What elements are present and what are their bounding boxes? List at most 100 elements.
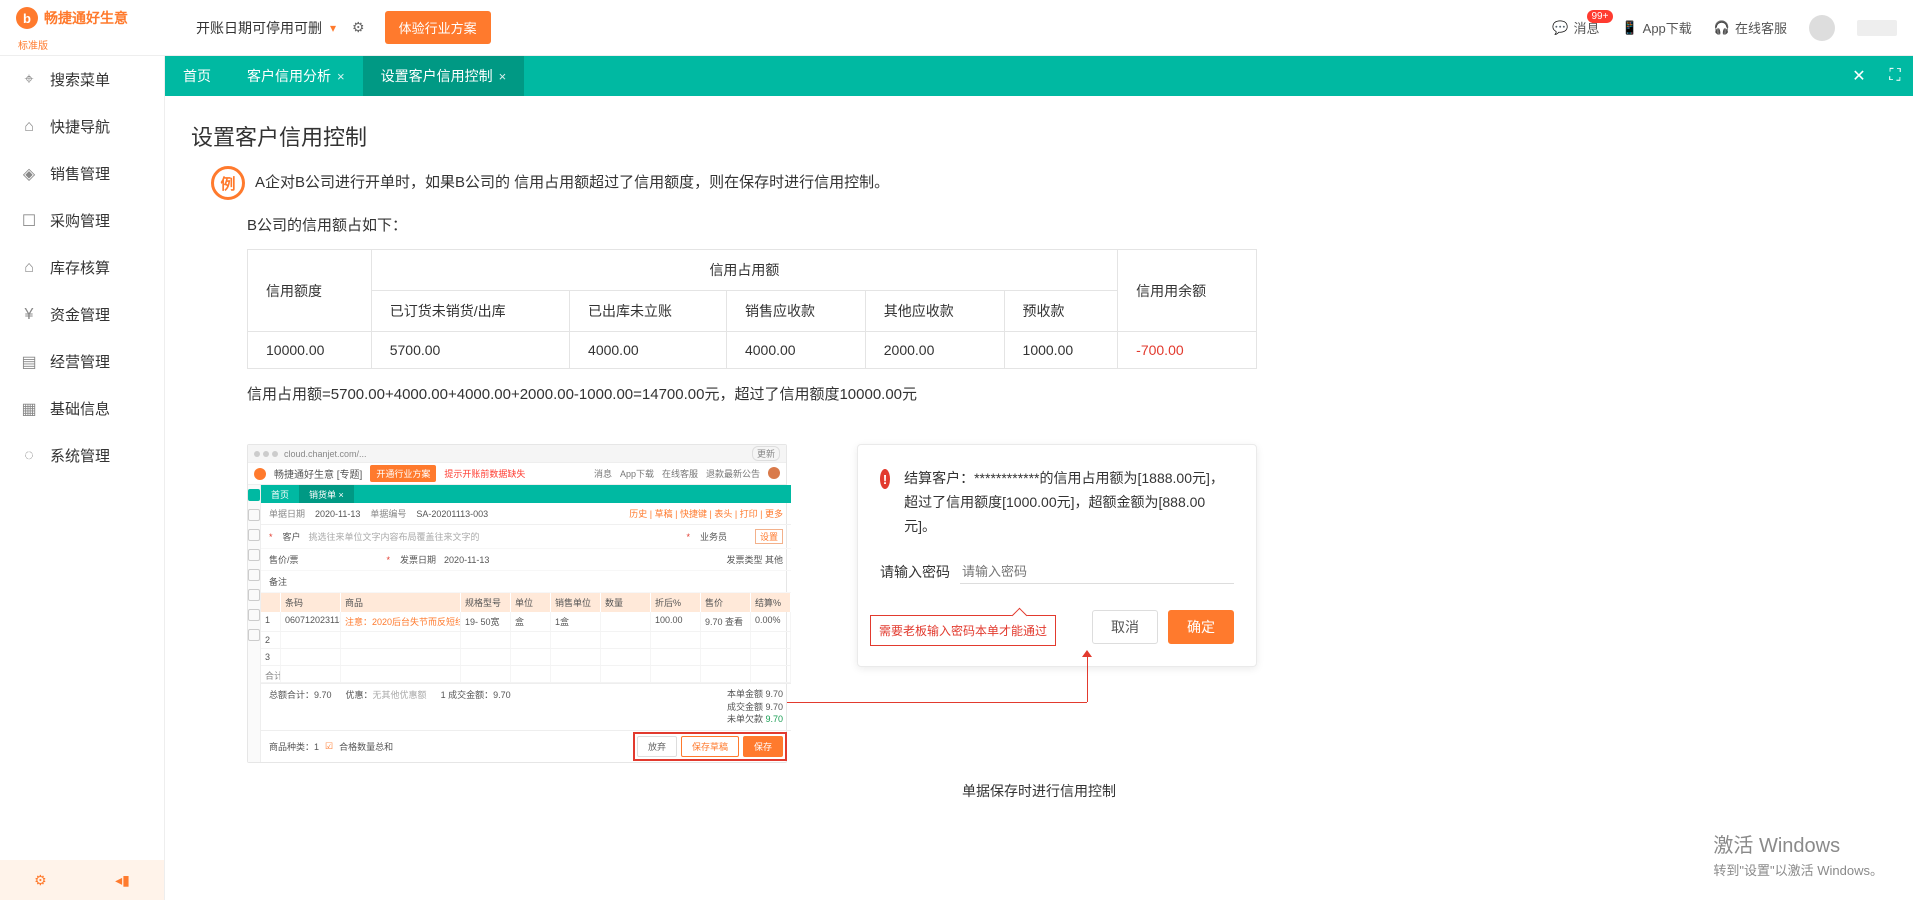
mini-link: App下载 [620,467,654,480]
online-service-button[interactable]: 🎧 在线客服 [1714,18,1787,37]
password-label: 请输入密码 [880,562,950,582]
sidebar-item-label: 基础信息 [50,398,110,419]
mini-th: 条码 [281,593,341,612]
th-g2: 已出库未立账 [570,291,727,332]
sidebar-item-label: 资金管理 [50,304,110,325]
cancel-button[interactable]: 取消 [1092,610,1158,644]
app-download-button[interactable]: 📱 App下载 [1621,18,1691,37]
mini-sum-item: 未单欠款 [727,714,763,724]
sidebar: ⌖搜索菜单 ⌂快捷导航 ◈销售管理 ☐采购管理 ⌂库存核算 ¥ 资金管理 ▤经营管… [0,56,165,900]
arrowhead-icon [1082,650,1092,657]
close-icon[interactable]: × [337,69,345,84]
money-icon: ¥ [20,306,38,324]
mini-val: SA-20201113-003 [416,509,488,519]
topbar-right: 💬 消息 99+ 📱 App下载 🎧 在线客服 [1552,15,1897,41]
avatar[interactable] [1809,15,1835,41]
sidebar-item-funds[interactable]: ¥ 资金管理 [0,291,164,338]
mini-placeholder: 挑选往来单位文字内容布局覆盖往来文字的 [309,530,480,543]
mini-primary-btn: 开通行业方案 [370,465,436,482]
example-subline: B公司的信用额占如下： [247,214,1879,235]
mini-sum-val: 9.70 [765,702,783,712]
sidebar-item-label: 销售管理 [50,163,110,184]
gear-icon[interactable]: ⚙ [352,19,365,36]
content-scroll[interactable]: 设置客户信用控制 例 A企对B公司进行开单时，如果B公司的 信用占用额超过了信用… [165,96,1913,900]
account-selector[interactable]: 开账日期可停用可删 ▾ [196,18,336,38]
mini-th: 数量 [601,593,651,612]
sidebar-item-system[interactable]: ◌系统管理 [0,432,164,479]
mini-save-button: 保存 [743,736,783,757]
collapse-icon[interactable]: ◂▮ [115,872,130,889]
chevron-down-icon: ▾ [330,21,336,35]
mini-td: 9.70 查看 [701,612,751,631]
mini-th [261,593,281,612]
mini-td: 1盒 [551,612,601,631]
mini-rail-icon [248,629,260,641]
alert-icon: ! [880,469,890,489]
mini-th: 结算% [751,593,791,612]
mini-remark-row: 备注 [261,571,791,593]
messages-button[interactable]: 💬 消息 99+ [1552,18,1599,37]
th-g5: 预收款 [1004,291,1118,332]
mini-tabs: 首页 销货单 × [261,485,791,503]
home-icon: ⌂ [20,118,38,136]
example-badge-icon: 例 [211,166,245,200]
mini-foot-text: 商品种类：1 [269,740,319,753]
sidebar-item-sales[interactable]: ◈销售管理 [0,150,164,197]
search-icon: ⌖ [20,71,38,89]
mini-discard-button: 放弃 [637,736,677,757]
experience-button[interactable]: 体验行业方案 [385,11,491,44]
tab-home[interactable]: 首页 [165,56,229,96]
mini-link: 消息 [594,467,612,480]
mini-app-screenshot: cloud.chanjet.com/... 更新 畅捷通好生意 [专题] 开通行… [247,444,787,763]
tab-credit-control[interactable]: 设置客户信用控制 × [363,56,525,96]
mini-link: 在线客服 [662,467,698,480]
mini-sum-item: 本单金额 [727,689,763,699]
mini-rail-icon [248,509,260,521]
mini-sum-item: 1 成交金额：9.70 [441,688,511,726]
mini-td [601,612,651,631]
mini-lbl: 客户 [283,530,301,543]
th-credit-used-group: 信用占用额 [371,250,1117,291]
close-icon[interactable]: × [499,69,507,84]
mini-grid-row: 2 [261,632,791,649]
mini-lbl: 业务员 [700,530,727,543]
mini-tab: 首页 [261,485,299,503]
tab-label: 客户信用分析 [247,66,331,86]
circle-icon: ◌ [20,447,38,465]
sidebar-item-baseinfo[interactable]: ▦基础信息 [0,385,164,432]
tab-label: 设置客户信用控制 [381,66,493,86]
sidebar-item-search[interactable]: ⌖搜索菜单 [0,56,164,103]
sidebar-item-label: 经营管理 [50,351,110,372]
mini-urlbar: cloud.chanjet.com/... 更新 [248,445,786,463]
mini-sum-item: 无其他优惠额 [373,690,427,700]
mini-th: 单位 [511,593,551,612]
th-credit-remain: 信用用余额 [1118,250,1257,332]
sidebar-item-business[interactable]: ▤经营管理 [0,338,164,385]
tab-close-button[interactable]: ✕ [1841,66,1877,86]
mini-rail-icon [248,589,260,601]
mini-refresh: 更新 [752,446,780,461]
headset-icon: 🎧 [1714,20,1730,36]
mini-sidebar [248,485,261,762]
sidebar-item-quicknav[interactable]: ⌂快捷导航 [0,103,164,150]
mini-td: 盒 [511,612,551,631]
mini-td: 19- 50宽 [461,612,511,631]
mini-customer-row: *客户 挑选往来单位文字内容布局覆盖往来文字的 *业务员 设置 [261,525,791,549]
mini-right-actions: 历史 | 草稿 | 快捷键 | 表头 | 打印 | 更多 [629,507,783,520]
password-input[interactable] [960,560,1234,584]
th-credit-limit: 信用额度 [248,250,372,332]
example-text: A企对B公司进行开单时，如果B公司的 信用占用额超过了信用额度，则在保存时进行信… [255,170,889,196]
top-bar: b 畅捷通好生意 标准版 开账日期可停用可删 ▾ ⚙ 体验行业方案 💬 消息 9… [0,0,1913,56]
connector-line [787,702,1087,703]
tab-credit-analysis[interactable]: 客户信用分析 × [229,56,363,96]
mini-td: 0607120231135 [281,612,341,631]
tab-fullscreen-button[interactable]: ⛶ [1877,67,1913,85]
figures-row: cloud.chanjet.com/... 更新 畅捷通好生意 [专题] 开通行… [247,444,1879,763]
sidebar-item-inventory[interactable]: ⌂库存核算 [0,244,164,291]
settings-icon[interactable]: ⚙ [34,872,47,889]
sidebar-item-purchase[interactable]: ☐采购管理 [0,197,164,244]
confirm-button[interactable]: 确定 [1168,610,1234,644]
mini-td: 1 [261,612,281,631]
mini-chip: 设置 [755,529,783,544]
mini-grid-header: 条码 商品 规格型号 单位 销售单位 数量 折后% 售价 结算% [261,593,791,612]
